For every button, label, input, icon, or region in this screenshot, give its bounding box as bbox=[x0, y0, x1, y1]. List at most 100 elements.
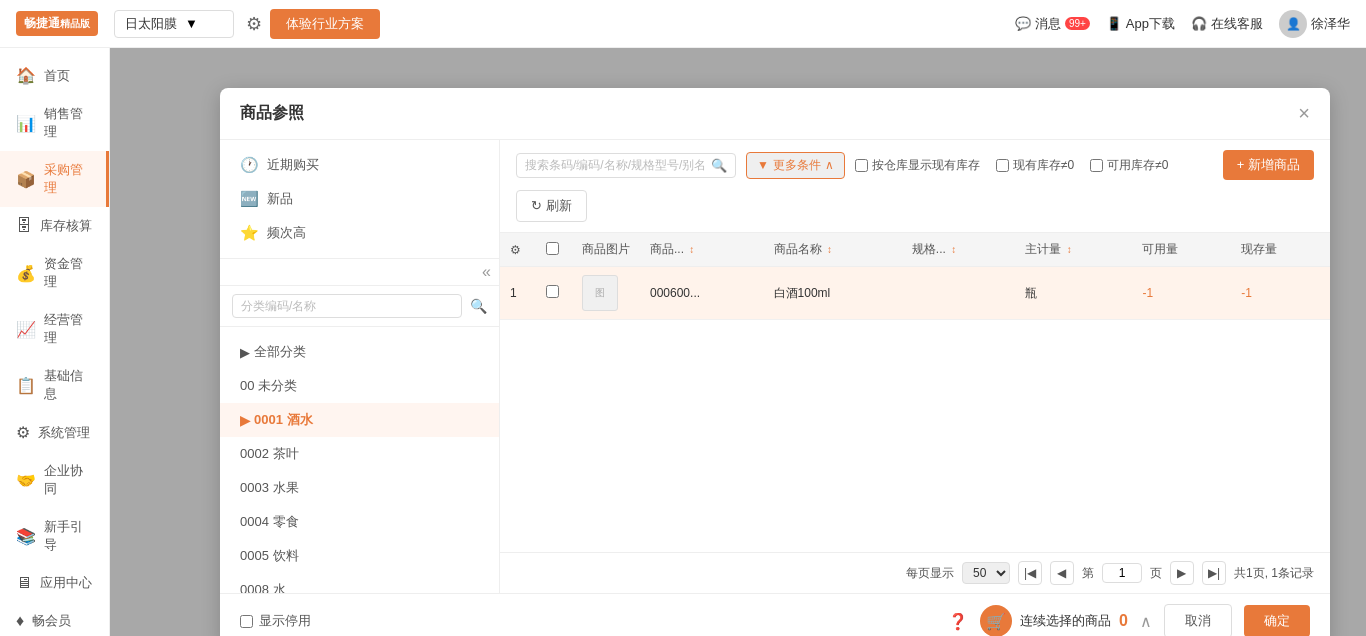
cancel-btn[interactable]: 取消 bbox=[1164, 604, 1232, 636]
navbar: 畅捷通 精品版 日太阳膜 ▼ ⚙ 体验行业方案 💬 消息 99+ 📱 App下载… bbox=[0, 0, 1366, 48]
experience-btn[interactable]: 体验行业方案 bbox=[270, 9, 380, 39]
basic-icon: 📋 bbox=[16, 376, 36, 395]
checkbox-available-label: 可用库存≠0 bbox=[1107, 157, 1168, 174]
sidebar-item-member[interactable]: ♦ 畅会员 bbox=[0, 602, 109, 636]
row-checkbox[interactable] bbox=[546, 285, 559, 298]
sidebar-item-apps[interactable]: 🖥 应用中心 bbox=[0, 564, 109, 602]
left-nav-new[interactable]: 🆕 新品 bbox=[220, 182, 499, 216]
store-select[interactable]: 日太阳膜 ▼ bbox=[114, 10, 234, 38]
sidebar-item-operation[interactable]: 📈 经营管理 bbox=[0, 301, 109, 357]
modal-header: 商品参照 × bbox=[220, 88, 1330, 140]
col-spec[interactable]: 规格... ↕ bbox=[902, 233, 1016, 267]
checkbox-stock-neq0[interactable]: 现有库存≠0 bbox=[996, 157, 1074, 174]
category-item-0008[interactable]: 0008 水 bbox=[220, 573, 499, 593]
logo[interactable]: 畅捷通 精品版 bbox=[16, 11, 98, 36]
category-item-all[interactable]: ▶ 全部分类 bbox=[220, 335, 499, 369]
sidebar-item-basic[interactable]: 📋 基础信息 bbox=[0, 357, 109, 413]
sidebar-item-sales[interactable]: 📊 销售管理 bbox=[0, 95, 109, 151]
checkbox-stock-input[interactable] bbox=[996, 159, 1009, 172]
sidebar-item-purchase[interactable]: 📦 采购管理 bbox=[0, 151, 109, 207]
message-icon: 💬 bbox=[1015, 16, 1031, 31]
toolbar: 🔍 ▼ 更多条件 ∧ 按仓库显示现有库存 bbox=[500, 140, 1330, 233]
apps-icon: 🖥 bbox=[16, 574, 32, 592]
sidebar-item-label: 采购管理 bbox=[44, 161, 90, 197]
username: 徐泽华 bbox=[1311, 15, 1350, 33]
refresh-btn[interactable]: ↻ 刷新 bbox=[516, 190, 587, 222]
product-table: ⚙ 商品图片 商品... ↕ bbox=[500, 233, 1330, 320]
add-product-btn[interactable]: + 新增商品 bbox=[1223, 150, 1314, 180]
show-disabled-label: 显示停用 bbox=[259, 612, 311, 630]
col-name[interactable]: 商品名称 ↕ bbox=[764, 233, 902, 267]
col-unit[interactable]: 主计量 ↕ bbox=[1015, 233, 1132, 267]
category-label: 0004 零食 bbox=[240, 513, 299, 531]
search-icon[interactable]: 🔍 bbox=[711, 158, 727, 173]
category-search-icon[interactable]: 🔍 bbox=[470, 298, 487, 314]
sidebar-item-system[interactable]: ⚙ 系统管理 bbox=[0, 413, 109, 452]
category-label: 0002 茶叶 bbox=[240, 445, 299, 463]
help-icon[interactable]: ❓ bbox=[948, 612, 968, 631]
cell-name: 白酒100ml bbox=[764, 267, 902, 320]
col-code[interactable]: 商品... ↕ bbox=[640, 233, 764, 267]
sidebar-item-label: 销售管理 bbox=[44, 105, 93, 141]
select-all-checkbox[interactable] bbox=[546, 242, 559, 255]
left-nav-frequent[interactable]: ⭐ 频次高 bbox=[220, 216, 499, 250]
checkbox-warehouse-input[interactable] bbox=[855, 159, 868, 172]
modal-footer: 显示停用 ❓ 🛒 连续选择的商品 0 ∧ 取消 确定 bbox=[220, 593, 1330, 636]
sidebar-item-home[interactable]: 🏠 首页 bbox=[0, 56, 109, 95]
right-panel: 🔍 ▼ 更多条件 ∧ 按仓库显示现有库存 bbox=[500, 140, 1330, 593]
messages-btn[interactable]: 💬 消息 99+ bbox=[1015, 15, 1090, 33]
online-service-btn[interactable]: 🎧 在线客服 bbox=[1191, 15, 1263, 33]
product-search-input[interactable] bbox=[525, 158, 705, 172]
purchase-icon: 📦 bbox=[16, 170, 36, 189]
user-profile[interactable]: 👤 徐泽华 bbox=[1279, 10, 1350, 38]
settings-icon[interactable]: ⚙ bbox=[246, 13, 262, 35]
checkbox-available-neq0[interactable]: 可用库存≠0 bbox=[1090, 157, 1168, 174]
confirm-btn[interactable]: 确定 bbox=[1244, 605, 1310, 636]
category-item-0005[interactable]: 0005 饮料 bbox=[220, 539, 499, 573]
checkbox-warehouse[interactable]: 按仓库显示现有库存 bbox=[855, 157, 980, 174]
avatar: 👤 bbox=[1279, 10, 1307, 38]
sidebar-item-finance[interactable]: 💰 资金管理 bbox=[0, 245, 109, 301]
system-icon: ⚙ bbox=[16, 423, 30, 442]
checkbox-available-input[interactable] bbox=[1090, 159, 1103, 172]
category-item-00[interactable]: 00 未分类 bbox=[220, 369, 499, 403]
category-search-input[interactable] bbox=[232, 294, 462, 318]
left-nav-recent[interactable]: 🕐 近期购买 bbox=[220, 148, 499, 182]
member-icon: ♦ bbox=[16, 612, 24, 630]
category-arrow-icon: ▶ bbox=[240, 413, 250, 428]
sidebar-item-label: 系统管理 bbox=[38, 424, 90, 442]
col-settings[interactable]: ⚙ bbox=[500, 233, 536, 267]
cell-available: -1 bbox=[1132, 267, 1231, 320]
table-row[interactable]: 1 图 000600... 白酒100ml bbox=[500, 267, 1330, 320]
navbar-right: 💬 消息 99+ 📱 App下载 🎧 在线客服 👤 徐泽华 bbox=[1015, 10, 1350, 38]
messages-label: 消息 bbox=[1035, 15, 1061, 33]
cart-btn[interactable]: 🛒 bbox=[980, 605, 1012, 636]
modal-close-btn[interactable]: × bbox=[1298, 102, 1310, 125]
footer-collapse-btn[interactable]: ∧ bbox=[1140, 612, 1152, 631]
cell-stock: -1 bbox=[1231, 267, 1330, 320]
filter-btn[interactable]: ▼ 更多条件 ∧ bbox=[746, 152, 845, 179]
cell-image: 图 bbox=[572, 267, 640, 320]
show-disabled-checkbox[interactable]: 显示停用 bbox=[240, 612, 311, 630]
sidebar-item-label: 新手引导 bbox=[44, 518, 93, 554]
cell-checkbox bbox=[536, 267, 572, 320]
page-number-input[interactable] bbox=[1102, 563, 1142, 583]
app-download-btn[interactable]: 📱 App下载 bbox=[1106, 15, 1175, 33]
panel-collapse-btn[interactable]: « bbox=[482, 263, 491, 281]
category-item-0001[interactable]: ▶ 0001 酒水 bbox=[220, 403, 499, 437]
next-page-btn[interactable]: ▶ bbox=[1170, 561, 1194, 585]
sidebar-item-guide[interactable]: 📚 新手引导 bbox=[0, 508, 109, 564]
prev-page-btn[interactable]: ◀ bbox=[1050, 561, 1074, 585]
category-item-0004[interactable]: 0004 零食 bbox=[220, 505, 499, 539]
per-page-select[interactable]: 50 bbox=[962, 562, 1010, 584]
last-page-btn[interactable]: ▶| bbox=[1202, 561, 1226, 585]
left-panel-search-bar: 🔍 bbox=[220, 286, 499, 327]
category-label: 00 未分类 bbox=[240, 377, 297, 395]
sidebar-item-inventory[interactable]: 🗄 库存核算 bbox=[0, 207, 109, 245]
first-page-btn[interactable]: |◀ bbox=[1018, 561, 1042, 585]
sidebar-item-collab[interactable]: 🤝 企业协同 bbox=[0, 452, 109, 508]
cart-label: 连续选择的商品 bbox=[1020, 612, 1111, 630]
category-item-0003[interactable]: 0003 水果 bbox=[220, 471, 499, 505]
category-item-0002[interactable]: 0002 茶叶 bbox=[220, 437, 499, 471]
show-disabled-input[interactable] bbox=[240, 615, 253, 628]
